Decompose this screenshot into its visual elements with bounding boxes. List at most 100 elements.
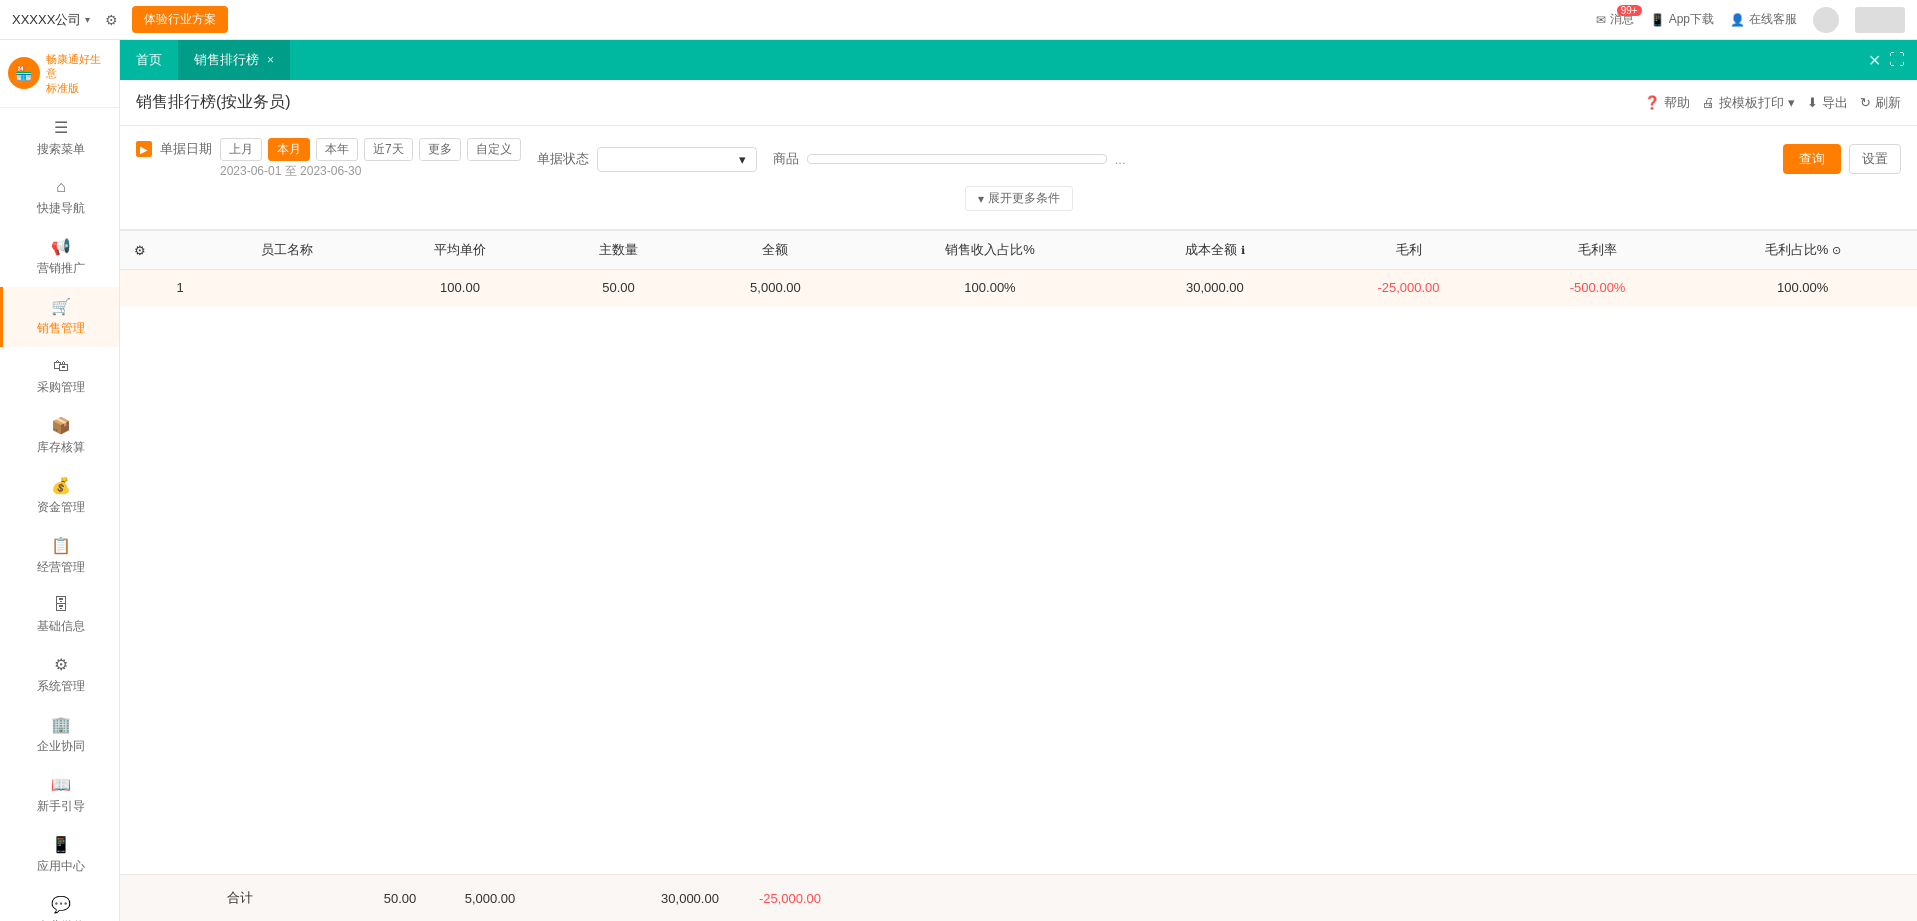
query-button[interactable]: 查询: [1783, 144, 1841, 174]
tab-active-label: 销售排行榜: [194, 51, 259, 69]
sidebar-item-purchase[interactable]: 🛍 采购管理: [0, 347, 119, 406]
top-right-actions: ✉ 消息 99+ 📱 App下载 👤 在线客服: [1596, 7, 1905, 33]
date-options: 上月 本月 本年 近7天 更多 自定义 2023-06-01 至 2023-06…: [220, 138, 521, 180]
sidebar-item-marketing[interactable]: 📢 营销推广: [0, 227, 119, 287]
export-button[interactable]: ⬇ 导出: [1807, 94, 1848, 112]
expand-chevron-icon: ▾: [978, 192, 984, 206]
basic-icon: 🗄: [53, 596, 69, 614]
col-avg-price: 平均单价: [373, 231, 546, 270]
col-sales-pct: 销售收入占比%: [861, 231, 1120, 270]
sidebar-item-label: 企业协同: [37, 738, 85, 755]
logo-icon: 🏪: [8, 57, 40, 89]
col-settings[interactable]: ⚙: [120, 231, 160, 270]
tab-bar: 首页 销售排行榜 × ✕ ⛶: [120, 40, 1917, 80]
company-chevron-icon: ▾: [85, 14, 90, 25]
cell-avg-price: 100.00: [373, 270, 546, 306]
date-btn-7days[interactable]: 近7天: [364, 138, 413, 161]
cost-info-icon[interactable]: ℹ: [1241, 244, 1245, 256]
username: [1855, 7, 1905, 33]
finance-icon: 💰: [51, 476, 71, 495]
date-btn-current-year[interactable]: 本年: [316, 138, 358, 161]
expand-row: ▾ 展开更多条件: [136, 180, 1901, 217]
status-select[interactable]: ▾: [597, 147, 757, 172]
wechat-icon: 💬: [51, 895, 71, 914]
sidebar-item-label: 营销推广: [37, 260, 85, 277]
expand-conditions-button[interactable]: ▾ 展开更多条件: [965, 186, 1073, 211]
app-download-icon: 📱: [1650, 13, 1665, 27]
trial-button[interactable]: 体验行业方案: [132, 6, 228, 33]
date-buttons: 上月 本月 本年 近7天 更多 自定义: [220, 138, 521, 161]
sidebar-item-guide[interactable]: 📖 新手引导: [0, 765, 119, 825]
total-quantity: 50.00: [360, 885, 440, 912]
page-header: 销售排行榜(按业务员) ❓ 帮助 🖨 按模板打印 ▾ ⬇ 导出: [120, 80, 1917, 126]
system-icon: ⚙: [54, 655, 68, 674]
date-btn-prev-month[interactable]: 上月: [220, 138, 262, 161]
sidebar-item-inventory[interactable]: 📦 库存核算: [0, 406, 119, 466]
app-download-button[interactable]: 📱 App下载: [1650, 11, 1714, 28]
tab-close-icon[interactable]: ×: [267, 53, 274, 67]
date-range-display: 2023-06-01 至 2023-06-30: [220, 163, 521, 180]
company-selector[interactable]: XXXXX公司 ▾: [12, 11, 90, 29]
sidebar-item-wechat[interactable]: 💬 企业微信: [0, 885, 119, 921]
sidebar-item-label: 采购管理: [37, 379, 85, 396]
online-service-button[interactable]: 👤 在线客服: [1730, 11, 1797, 28]
expand-label: 展开更多条件: [988, 190, 1060, 207]
sidebar-item-system[interactable]: ⚙ 系统管理: [0, 645, 119, 705]
online-service-icon: 👤: [1730, 13, 1745, 27]
refresh-button[interactable]: ↻ 刷新: [1860, 94, 1901, 112]
sales-icon: 🛒: [51, 297, 71, 316]
status-filter-group: 单据状态 ▾: [537, 147, 757, 172]
date-btn-custom[interactable]: 自定义: [467, 138, 521, 161]
sidebar: 🏪 畅康通好生意标准版 ☰ 搜索菜单 ⌂ 快捷导航 📢 营销推广 🛒 销售管理 …: [0, 40, 120, 921]
col-employee: 员工名称: [200, 231, 373, 270]
sidebar-item-management[interactable]: 📋 经营管理: [0, 526, 119, 586]
cell-quantity: 50.00: [547, 270, 691, 306]
online-service-label: 在线客服: [1749, 11, 1797, 28]
more-dots[interactable]: ...: [1115, 152, 1126, 167]
goods-input[interactable]: [807, 154, 1107, 164]
settings-button[interactable]: 设置: [1849, 144, 1901, 174]
top-bar: XXXXX公司 ▾ ⚙ 体验行业方案 ✉ 消息 99+ 📱 App下载 👤 在线…: [0, 0, 1917, 40]
cell-gross-pct: 100.00%: [1688, 270, 1917, 306]
total-gross-rate: [840, 892, 940, 904]
status-chevron-icon: ▾: [739, 152, 746, 167]
filter-collapse-icon[interactable]: ▶: [136, 141, 152, 157]
table-header: ⚙ 员工名称 平均单价 主数量 全额 销售收入占比% 成本全额 ℹ 毛利 毛利率…: [120, 231, 1917, 270]
sidebar-logo: 🏪 畅康通好生意标准版: [0, 40, 119, 108]
sidebar-item-finance[interactable]: 💰 资金管理: [0, 466, 119, 526]
sidebar-item-label: 新手引导: [37, 798, 85, 815]
sidebar-item-label: 资金管理: [37, 499, 85, 516]
sidebar-item-search[interactable]: ☰ 搜索菜单: [0, 108, 119, 168]
tab-maximize-icon[interactable]: ⛶: [1889, 51, 1905, 69]
sidebar-item-quick-nav[interactable]: ⌂ 快捷导航: [0, 168, 119, 227]
sidebar-item-app-center[interactable]: 📱 应用中心: [0, 825, 119, 885]
date-btn-current-month[interactable]: 本月: [268, 138, 310, 161]
tab-home[interactable]: 首页: [120, 40, 178, 80]
help-button[interactable]: ❓ 帮助: [1644, 94, 1690, 112]
gross-pct-info-icon[interactable]: ⊙: [1832, 244, 1841, 256]
print-button[interactable]: 🖨 按模板打印 ▾: [1702, 94, 1795, 112]
settings-icon[interactable]: ⚙: [98, 7, 124, 33]
col-rank: [160, 231, 200, 270]
tab-actions: ✕ ⛶: [1868, 51, 1917, 70]
sidebar-item-label: 系统管理: [37, 678, 85, 695]
print-chevron-icon: ▾: [1788, 95, 1795, 110]
refresh-label: 刷新: [1875, 94, 1901, 112]
tab-close-window-icon[interactable]: ✕: [1868, 51, 1881, 70]
cell-cost: 30,000.00: [1120, 270, 1311, 306]
marketing-icon: 📢: [51, 237, 71, 256]
sidebar-item-enterprise[interactable]: 🏢 企业协同: [0, 705, 119, 765]
avatar[interactable]: [1813, 7, 1839, 33]
cell-rank: 1: [160, 270, 200, 306]
sidebar-item-basic[interactable]: 🗄 基础信息: [0, 586, 119, 645]
tab-sales-ranking[interactable]: 销售排行榜 ×: [178, 40, 290, 80]
filter-actions: 查询 设置: [1783, 144, 1901, 174]
sidebar-item-sales[interactable]: 🛒 销售管理: [0, 287, 119, 347]
sidebar-item-label: 销售管理: [37, 320, 85, 337]
table-row: 1 100.00 50.00 5,000.00 100.00% 30,000.0…: [120, 270, 1917, 306]
cell-settings: [120, 270, 160, 306]
goods-filter-group: 商品 ...: [773, 150, 1126, 168]
message-button[interactable]: ✉ 消息 99+: [1596, 11, 1634, 28]
col-settings-icon: ⚙: [134, 243, 146, 258]
date-btn-more[interactable]: 更多: [419, 138, 461, 161]
